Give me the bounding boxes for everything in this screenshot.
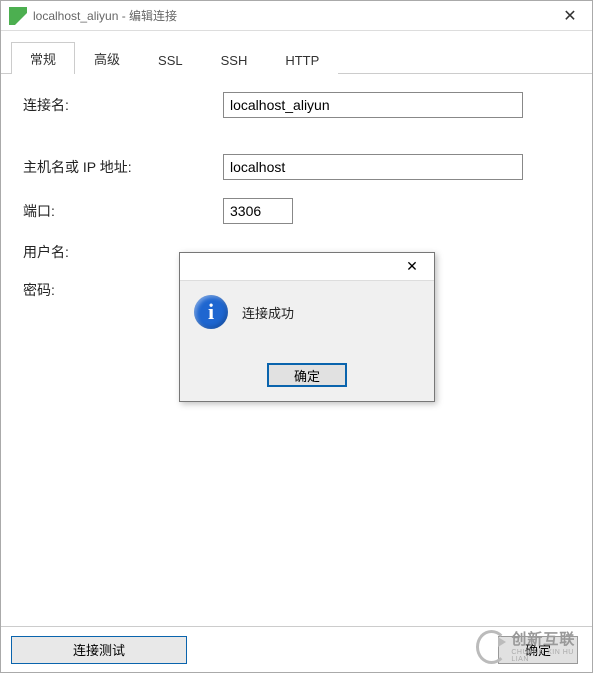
row-port: 端口: bbox=[23, 198, 570, 224]
tabs: 常规 高级 SSL SSH HTTP bbox=[1, 31, 592, 74]
connection-result-dialog: ✕ i 连接成功 确定 bbox=[179, 252, 435, 402]
tab-http[interactable]: HTTP bbox=[266, 46, 338, 74]
window-close-button[interactable]: ✕ bbox=[548, 1, 592, 31]
row-connection-name: 连接名: bbox=[23, 92, 570, 118]
input-port[interactable] bbox=[223, 198, 293, 224]
edit-connection-window: localhost_aliyun - 编辑连接 ✕ 常规 高级 SSL SSH … bbox=[0, 0, 593, 673]
test-connection-button[interactable]: 连接测试 bbox=[11, 636, 187, 664]
ok-button[interactable]: 确定 bbox=[498, 636, 578, 664]
info-icon: i bbox=[194, 295, 228, 329]
row-host: 主机名或 IP 地址: bbox=[23, 154, 570, 180]
input-connection-name[interactable] bbox=[223, 92, 523, 118]
tab-advanced[interactable]: 高级 bbox=[75, 42, 139, 74]
dialog-close-button[interactable]: ✕ bbox=[394, 255, 430, 279]
tab-ssl[interactable]: SSL bbox=[139, 46, 202, 74]
input-host[interactable] bbox=[223, 154, 523, 180]
titlebar: localhost_aliyun - 编辑连接 ✕ bbox=[1, 1, 592, 31]
footer-bar: 连接测试 确定 创新互联 CHUANG XIN HU LIAN bbox=[1, 626, 592, 672]
dialog-footer: 确定 bbox=[180, 355, 434, 401]
tab-general[interactable]: 常规 bbox=[11, 42, 75, 74]
label-connection-name: 连接名: bbox=[23, 95, 223, 115]
form-area: 连接名: 主机名或 IP 地址: 端口: 用户名: 密码: ✕ i 连接成功 bbox=[1, 74, 592, 626]
dialog-titlebar: ✕ bbox=[180, 253, 434, 281]
dialog-ok-button[interactable]: 确定 bbox=[267, 363, 347, 387]
label-port: 端口: bbox=[23, 201, 223, 221]
app-icon bbox=[9, 7, 27, 25]
window-title: localhost_aliyun - 编辑连接 bbox=[33, 7, 177, 24]
tab-ssh[interactable]: SSH bbox=[202, 46, 267, 74]
dialog-message: 连接成功 bbox=[242, 295, 294, 322]
dialog-body: i 连接成功 bbox=[180, 281, 434, 355]
label-host: 主机名或 IP 地址: bbox=[23, 157, 223, 177]
